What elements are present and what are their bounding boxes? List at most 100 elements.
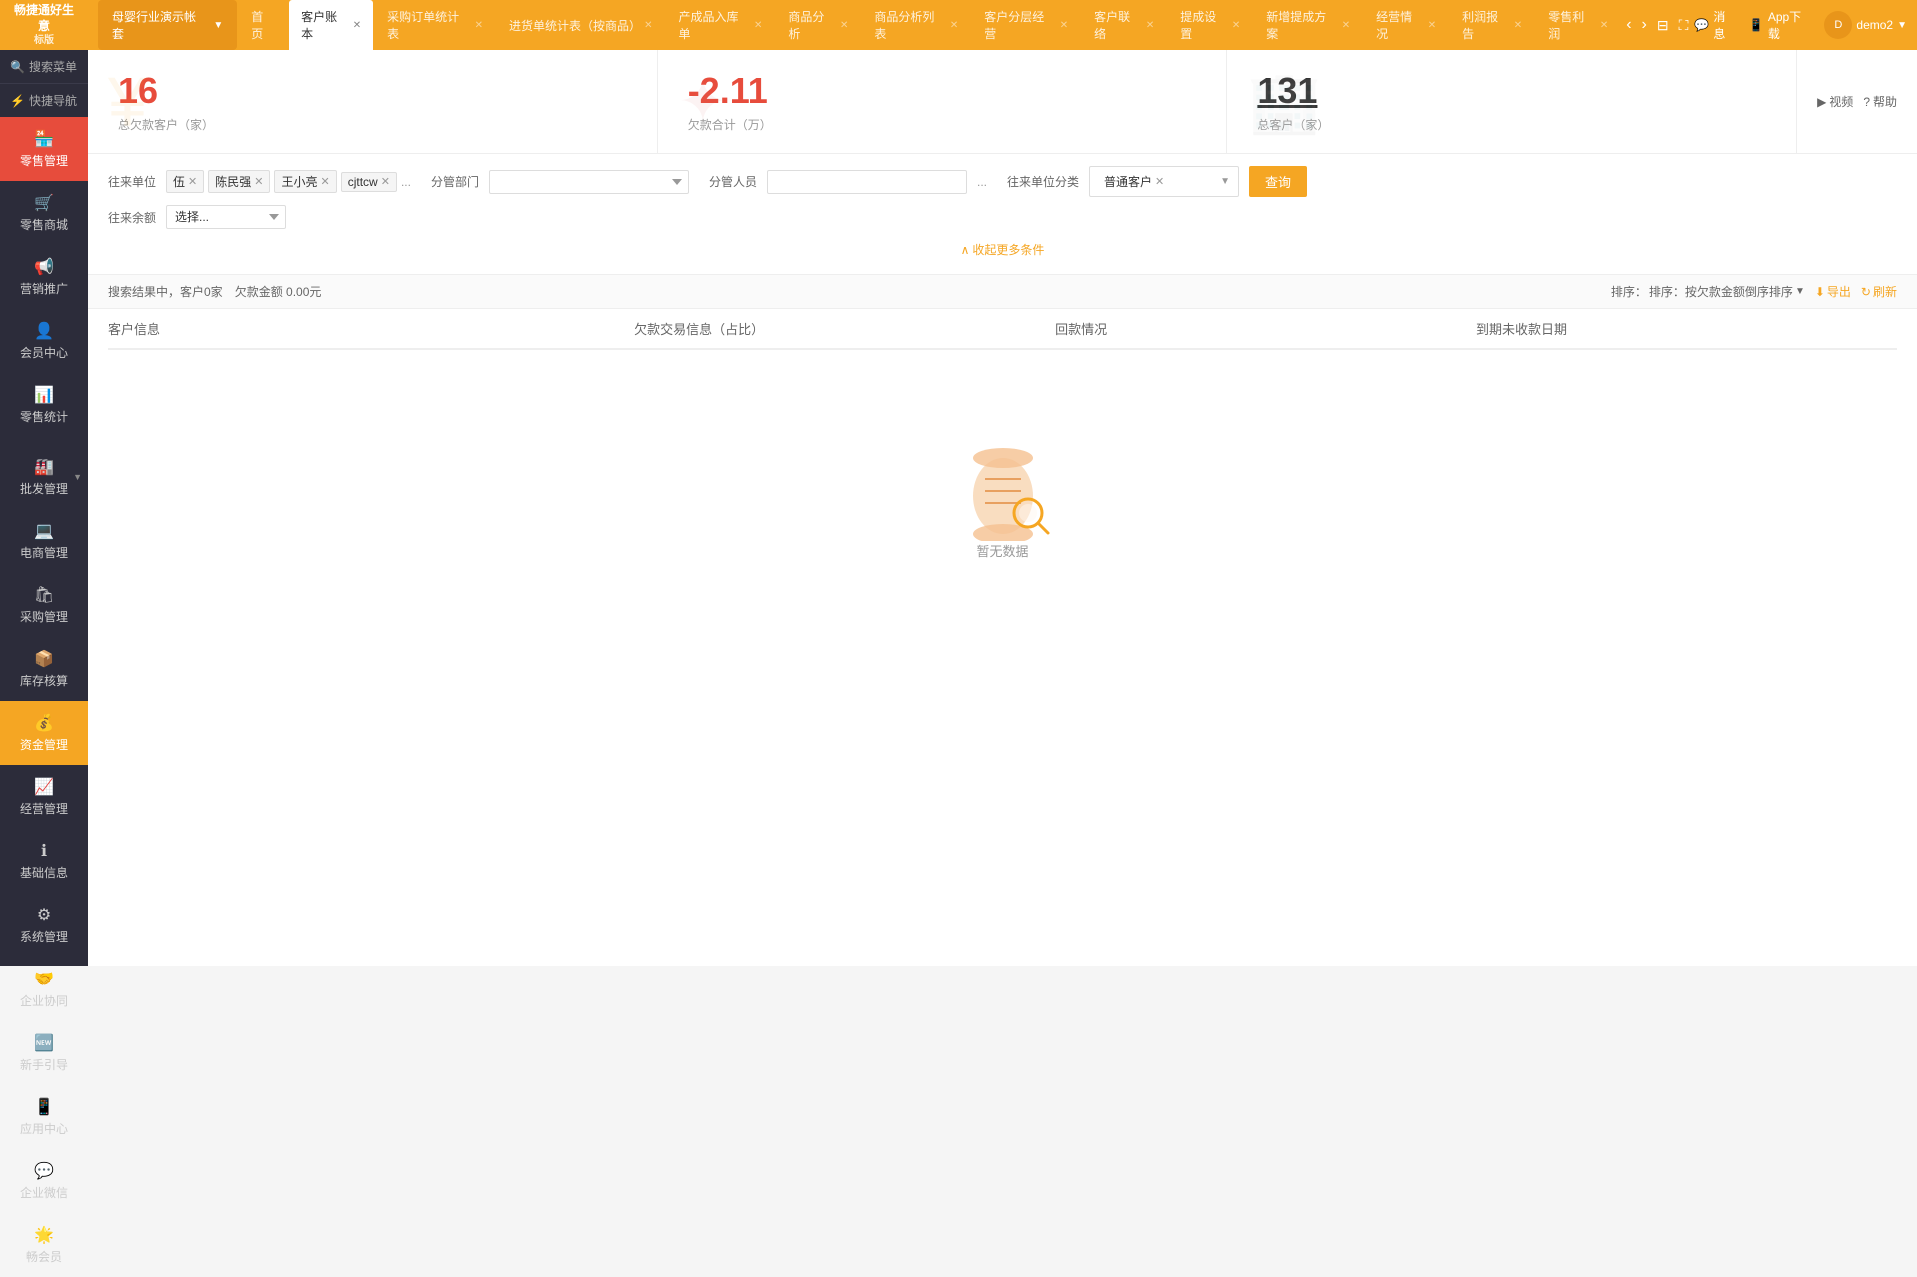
nav-icon: ⚡: [10, 94, 25, 108]
sidebar-item-marketing[interactable]: 📢 营销推广: [0, 245, 88, 309]
tab-next-btn[interactable]: ›: [1638, 12, 1651, 38]
tab-close-product-inbound[interactable]: ✕: [754, 20, 762, 31]
app-download-btn[interactable]: 📱 App下载: [1749, 8, 1813, 42]
filter-balance-select[interactable]: 选择...: [166, 205, 286, 229]
tab-tips-settings[interactable]: 提成设置 ✕: [1168, 0, 1252, 50]
sidebar-item-chang-member[interactable]: 🌟 畅会员: [0, 1213, 88, 1277]
remove-tag-wang[interactable]: ✕: [321, 175, 330, 188]
stat-bg-icon-2: ✦: [678, 67, 728, 137]
remove-tag-chen[interactable]: ✕: [254, 175, 263, 188]
sidebar-search[interactable]: 🔍 搜索菜单: [0, 50, 88, 84]
filter-more-tags[interactable]: ...: [401, 175, 411, 189]
remove-tag-cjttcw[interactable]: ✕: [381, 175, 390, 188]
user-menu[interactable]: D demo2 ▼: [1824, 11, 1907, 39]
sidebar-item-retail-mall[interactable]: 🛒 零售商城: [0, 181, 88, 245]
sidebar-quick-nav[interactable]: ⚡ 快捷导航: [0, 84, 88, 117]
message-icon: 💬: [1694, 18, 1709, 32]
video-btn[interactable]: ▶ 视频: [1817, 93, 1853, 110]
tab-close-product-analysis[interactable]: ✕: [840, 20, 848, 31]
tab-purchase-stats-by-product[interactable]: 进货单统计表（按商品） ✕: [497, 0, 665, 50]
user-avatar: D: [1824, 11, 1852, 39]
filter-dept-select[interactable]: [489, 170, 689, 194]
tab-close-customer-contact[interactable]: ✕: [1146, 20, 1154, 31]
operations-icon: 📈: [34, 777, 54, 797]
tab-close-tips-settings[interactable]: ✕: [1232, 20, 1240, 31]
tab-customer-segment[interactable]: 客户分层经营 ✕: [972, 0, 1080, 50]
tab-product-analysis-list[interactable]: 商品分析列表 ✕: [862, 0, 970, 50]
tab-prev-btn[interactable]: ‹: [1622, 12, 1635, 38]
sidebar-item-basic-info[interactable]: ℹ 基础信息: [0, 829, 88, 893]
tab-close-product-analysis-list[interactable]: ✕: [950, 20, 958, 31]
empty-illustration: [943, 441, 1063, 541]
filter-tag-wu: 伍 ✕: [166, 170, 204, 193]
collapse-button[interactable]: ∧ 收起更多条件: [961, 241, 1045, 258]
tab-close-purchase-order[interactable]: ✕: [475, 20, 483, 31]
filter-tag-normal-customer: 普通客户 ✕: [1098, 171, 1170, 192]
tab-close-customer-account[interactable]: ✕: [353, 20, 361, 31]
phone-icon: 📱: [1749, 18, 1764, 32]
tab-close-customer-segment[interactable]: ✕: [1060, 20, 1068, 31]
filter-person-more[interactable]: ...: [977, 175, 987, 189]
tab-operations-status[interactable]: 经营情况 ✕: [1364, 0, 1448, 50]
col-header-customer-info: 客户信息: [108, 319, 634, 338]
sidebar-item-member[interactable]: 👤 会员中心: [0, 309, 88, 373]
tab-close-retail-profit[interactable]: ✕: [1600, 20, 1608, 31]
filter-tag-wang: 王小亮 ✕: [274, 170, 336, 193]
tab-customer-contact[interactable]: 客户联络 ✕: [1082, 0, 1166, 50]
refresh-btn[interactable]: ↻ 刷新: [1861, 283, 1897, 300]
table-container: 客户信息 欠款交易信息（占比） 回款情况 到期未收款日期: [88, 309, 1917, 650]
video-icon: ▶: [1817, 95, 1826, 109]
tab-retail-profit[interactable]: 零售利润 ✕: [1536, 0, 1620, 50]
tab-customer-account[interactable]: 客户账本 ✕: [289, 0, 373, 50]
sidebar-item-enterprise-wechat[interactable]: 💬 企业微信: [0, 1149, 88, 1213]
sidebar-item-purchase[interactable]: 🛍 采购管理: [0, 573, 88, 637]
filter-row-2: 往来余额 选择...: [108, 205, 1897, 229]
sidebar-item-retail-stats[interactable]: 📊 零售统计: [0, 373, 88, 437]
tab-product-inbound[interactable]: 产成品入库单 ✕: [666, 0, 774, 50]
tab-profit-report[interactable]: 利润报告 ✕: [1450, 0, 1534, 50]
stats-bar: ¥ 16 总欠款客户（家） ✦ -2.11 欠款合计（万） 🏢 131 总客户（…: [88, 50, 1917, 154]
sidebar-item-retail-mgmt[interactable]: 🏪 零售管理: [0, 117, 88, 181]
filter-unit-category-label: 往来单位分类: [1007, 173, 1079, 190]
tab-home[interactable]: 首页: [239, 0, 287, 50]
brand-dropdown-icon: ▼: [213, 20, 223, 31]
table-header: 客户信息 欠款交易信息（占比） 回款情况 到期未收款日期: [108, 309, 1897, 350]
filter-bar: 往来单位 伍 ✕ 陈民强 ✕ 王小亮 ✕ cjttcw: [88, 154, 1917, 275]
sidebar-item-finance[interactable]: 💰 资金管理: [0, 701, 88, 765]
filter-tag-chen: 陈民强 ✕: [208, 170, 270, 193]
tab-close-profit-report[interactable]: ✕: [1514, 20, 1522, 31]
sidebar-item-inventory[interactable]: 📦 库存核算: [0, 637, 88, 701]
empty-svg: [943, 441, 1063, 541]
tab-product-analysis[interactable]: 商品分析 ✕: [776, 0, 860, 50]
col-header-debt-info: 欠款交易信息（占比）: [634, 319, 1055, 338]
topbar-brand[interactable]: 母婴行业演示帐套 ▼: [98, 0, 237, 50]
remove-tag-wu[interactable]: ✕: [188, 175, 197, 188]
sidebar-item-ecommerce[interactable]: 💻 电商管理: [0, 509, 88, 573]
stat-total-customers: 🏢 131 总客户（家）: [1227, 50, 1797, 153]
tab-close-new-tips-plan[interactable]: ✕: [1342, 20, 1350, 31]
sidebar-item-app-center[interactable]: 📱 应用中心: [0, 1085, 88, 1149]
empty-text: 暂无数据: [976, 541, 1028, 560]
search-icon: 🔍: [10, 60, 25, 74]
table-empty-state: 暂无数据: [108, 350, 1897, 650]
sidebar-item-wholesale[interactable]: 🏭 批发管理 ▼: [0, 445, 88, 509]
system-icon: ⚙: [37, 905, 51, 925]
tab-purchase-order-stats[interactable]: 采购订单统计表 ✕: [375, 0, 495, 50]
tab-new-tips-plan[interactable]: 新增提成方案 ✕: [1254, 0, 1362, 50]
sidebar-item-new-guide[interactable]: 🆕 新手引导: [0, 1021, 88, 1085]
tab-more-btn[interactable]: ⊟: [1653, 13, 1673, 38]
query-button[interactable]: 查询: [1249, 166, 1307, 197]
sort-btn[interactable]: 排序： 排序：按欠款金额倒序排序 ▼: [1611, 283, 1805, 300]
tab-close-operations-status[interactable]: ✕: [1428, 20, 1436, 31]
filter-balance-label: 往来余额: [108, 209, 156, 226]
message-btn[interactable]: 💬 消息: [1694, 8, 1736, 42]
sidebar-item-operations[interactable]: 📈 经营管理: [0, 765, 88, 829]
sidebar-item-enterprise[interactable]: 🤝 企业协同: [0, 957, 88, 1021]
tab-close-purchase-stats[interactable]: ✕: [644, 20, 652, 31]
fullscreen-btn[interactable]: ⛶: [1675, 13, 1693, 38]
filter-person-input[interactable]: [767, 170, 967, 194]
export-btn[interactable]: ⬇ 导出: [1815, 283, 1851, 300]
sidebar-item-system[interactable]: ⚙ 系统管理: [0, 893, 88, 957]
help-btn[interactable]: ? 帮助: [1863, 93, 1897, 110]
remove-tag-normal-customer[interactable]: ✕: [1155, 175, 1164, 188]
